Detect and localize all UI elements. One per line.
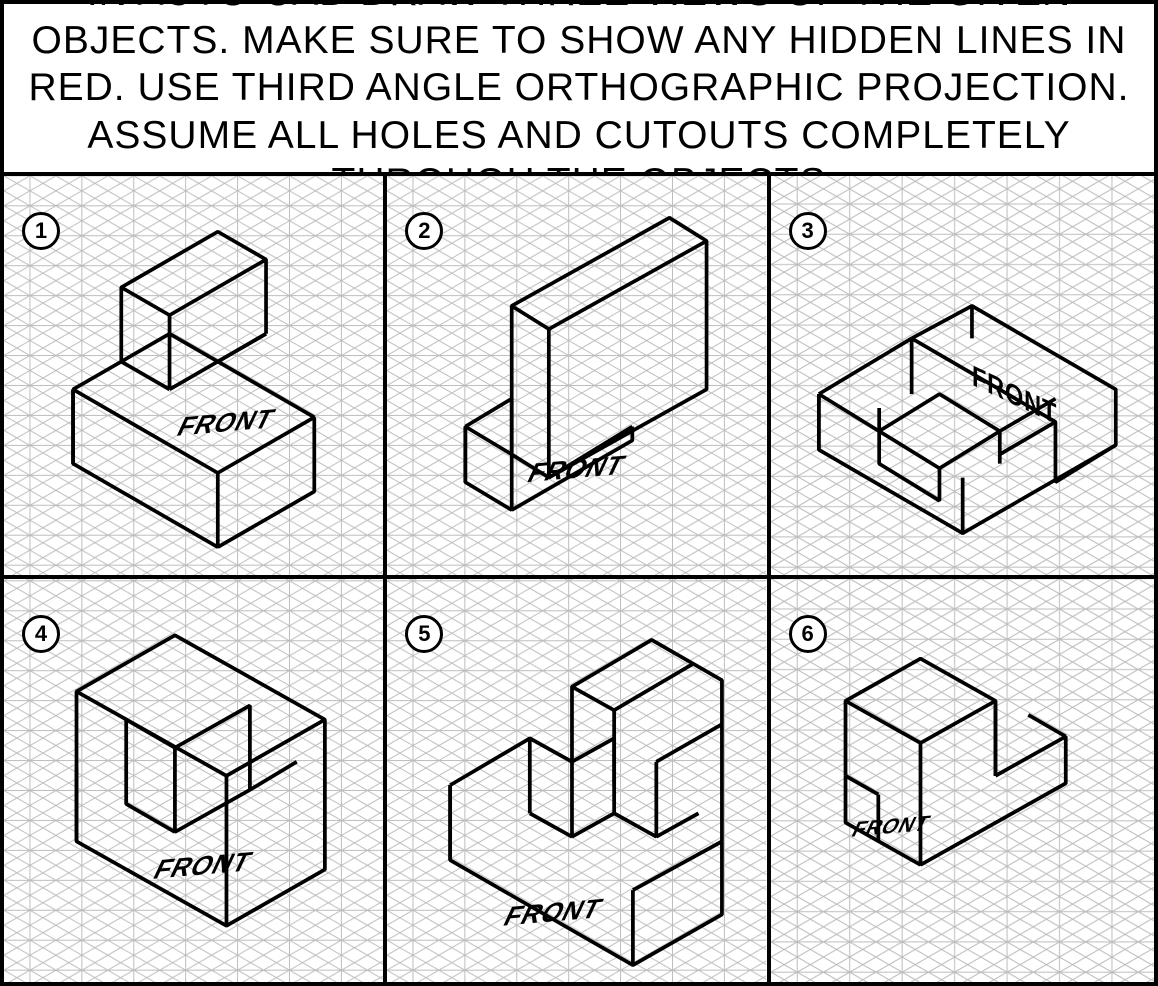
front-label: FRONT bbox=[172, 403, 280, 441]
cell-1: 1 bbox=[4, 176, 387, 579]
iso-drawing-6: FRONT bbox=[771, 579, 1154, 982]
cell-number-badge: 3 bbox=[789, 212, 827, 250]
front-label: FRONT bbox=[523, 450, 631, 488]
instructions-text: IN AUTO-CAD DRAW THREE VIEWS OF THE GIVE… bbox=[4, 4, 1154, 176]
cell-2: 2 bbox=[387, 176, 770, 579]
front-label: FRONT bbox=[148, 846, 257, 885]
iso-drawing-1: FRONT bbox=[4, 176, 383, 575]
iso-drawing-4: FRONT bbox=[4, 579, 383, 982]
cell-number-badge: 1 bbox=[22, 212, 60, 250]
cell-6: 6 bbox=[771, 579, 1154, 982]
cell-3: 3 bbox=[771, 176, 1154, 579]
cell-4: 4 FRONT bbox=[4, 579, 387, 982]
iso-drawing-3: FRONT bbox=[771, 176, 1154, 575]
worksheet: IN AUTO-CAD DRAW THREE VIEWS OF THE GIVE… bbox=[0, 0, 1158, 986]
drawing-grid: 1 bbox=[4, 176, 1154, 982]
cell-number-badge: 6 bbox=[789, 615, 827, 653]
cell-5: 5 bbox=[387, 579, 770, 982]
cell-number-badge: 4 bbox=[22, 615, 60, 653]
iso-drawing-5: FRONT bbox=[387, 579, 766, 982]
iso-drawing-2: FRONT bbox=[387, 176, 766, 575]
